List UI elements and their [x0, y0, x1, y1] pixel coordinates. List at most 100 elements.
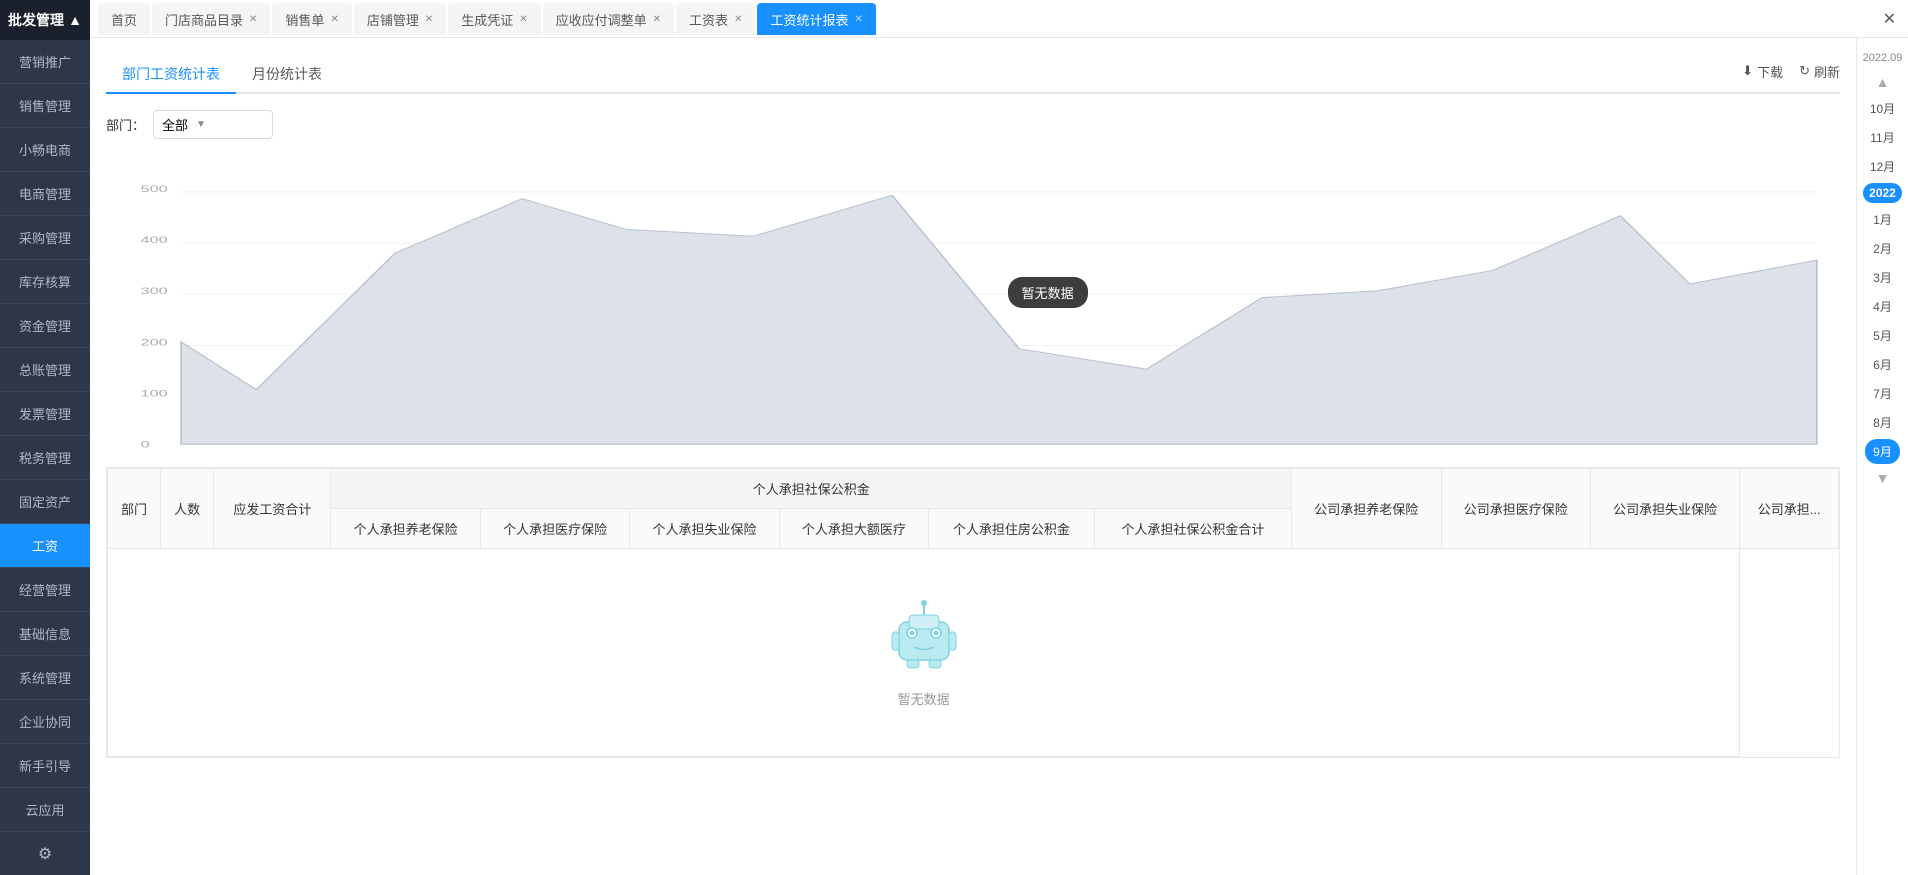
- tab-ar-ap[interactable]: 应收应付调整单 ✕: [543, 3, 674, 35]
- col-personal-pension: 个人承担养老保险: [331, 509, 480, 549]
- tab-payroll[interactable]: 工资表 ✕: [676, 3, 755, 35]
- timeline-month-2[interactable]: 2月: [1865, 236, 1900, 261]
- dept-select[interactable]: 全部 ▼: [153, 110, 273, 139]
- sidebar: 批发管理 ▲ 营销推广 销售管理 小畅电商 电商管理 采购管理 库存核算 资金管…: [0, 0, 90, 875]
- dept-filter-label: 部门：: [106, 115, 145, 134]
- tab-store-catalog[interactable]: 门店商品目录 ✕: [152, 3, 270, 35]
- sidebar-item-ledger[interactable]: 总账管理: [0, 348, 90, 392]
- sidebar-item-operations[interactable]: 经营管理: [0, 568, 90, 612]
- empty-state: 暂无数据: [116, 557, 1731, 748]
- content-area: 部门工资统计表 月份统计表 ⬇ 下载 ↻ 刷新: [90, 38, 1908, 875]
- svg-text:0: 0: [141, 439, 150, 450]
- timeline-month-1[interactable]: 1月: [1865, 207, 1900, 232]
- col-count: 人数: [161, 469, 214, 549]
- empty-robot-icon: [884, 597, 964, 677]
- close-all-tabs-button[interactable]: ✕: [1879, 5, 1900, 33]
- refresh-icon: ↻: [1799, 63, 1810, 79]
- sub-tab-month[interactable]: 月份统计表: [236, 56, 338, 94]
- timeline-down-nav[interactable]: ▼: [1872, 466, 1894, 490]
- col-group-personal: 个人承担社保公积金: [331, 469, 1292, 509]
- sidebar-item-invoice[interactable]: 发票管理: [0, 392, 90, 436]
- sidebar-arrow-icon: ▲: [68, 12, 82, 28]
- tab-store-mgmt[interactable]: 店铺管理 ✕: [354, 3, 446, 35]
- col-total-wage: 应发工资合计: [214, 469, 331, 549]
- tab-bar: 首页 门店商品目录 ✕ 销售单 ✕ 店铺管理 ✕ 生成凭证 ✕ 应收应付调整单 …: [90, 0, 1908, 38]
- sidebar-item-cloud[interactable]: 云应用: [0, 788, 90, 832]
- col-personal-medical: 个人承担医疗保险: [480, 509, 629, 549]
- timeline-month-5[interactable]: 5月: [1865, 323, 1900, 348]
- sidebar-item-tax[interactable]: 税务管理: [0, 436, 90, 480]
- timeline-month-4[interactable]: 4月: [1865, 294, 1900, 319]
- sidebar-item-inventory[interactable]: 库存核算: [0, 260, 90, 304]
- svg-text:200: 200: [141, 337, 168, 348]
- download-button[interactable]: ⬇ 下载: [1742, 62, 1783, 81]
- sidebar-settings-button[interactable]: ⚙: [0, 832, 90, 875]
- sidebar-item-payroll[interactable]: 工资: [0, 524, 90, 568]
- sidebar-item-purchase[interactable]: 采购管理: [0, 216, 90, 260]
- sidebar-item-finance[interactable]: 资金管理: [0, 304, 90, 348]
- tab-generate-voucher[interactable]: 生成凭证 ✕: [448, 3, 540, 35]
- empty-text: 暂无数据: [898, 689, 950, 708]
- sidebar-item-system[interactable]: 系统管理: [0, 656, 90, 700]
- sidebar-item-basic-info[interactable]: 基础信息: [0, 612, 90, 656]
- sidebar-item-ecommerce-small[interactable]: 小畅电商: [0, 128, 90, 172]
- sidebar-header[interactable]: 批发管理 ▲: [0, 0, 90, 40]
- dept-select-value: 全部: [162, 115, 188, 134]
- payroll-table: 部门 人数 应发工资合计 个人承担社保公积金 公司承担养老保险 公司承担医疗保险…: [107, 468, 1839, 757]
- toolbar: 部门： 全部 ▼: [106, 110, 1840, 139]
- chart-area: 0 100 200 300 400 500 暂: [106, 151, 1840, 451]
- timeline-month-7[interactable]: 7月: [1865, 381, 1900, 406]
- sidebar-item-sales[interactable]: 销售管理: [0, 84, 90, 128]
- empty-state-row: 暂无数据: [108, 549, 1740, 757]
- page-content: 部门工资统计表 月份统计表 ⬇ 下载 ↻ 刷新: [90, 38, 1856, 875]
- col-personal-housing: 个人承担住房公积金: [929, 509, 1094, 549]
- sidebar-item-ecommerce[interactable]: 电商管理: [0, 172, 90, 216]
- svg-text:500: 500: [141, 183, 168, 194]
- timeline-up-nav[interactable]: ▲: [1872, 70, 1894, 94]
- sidebar-item-fixed-assets[interactable]: 固定资产: [0, 480, 90, 524]
- timeline-year-2022[interactable]: 2022: [1863, 183, 1902, 203]
- data-table: 部门 人数 应发工资合计 个人承担社保公积金 公司承担养老保险 公司承担医疗保险…: [106, 467, 1840, 758]
- tab-sales-order[interactable]: 销售单 ✕: [272, 3, 351, 35]
- tab-close-icon[interactable]: ✕: [734, 14, 742, 25]
- download-icon: ⬇: [1742, 63, 1753, 79]
- filter-row: 部门： 全部 ▼: [106, 110, 273, 139]
- sub-tab-bar: 部门工资统计表 月份统计表 ⬇ 下载 ↻ 刷新: [106, 54, 1840, 94]
- timeline-month-6[interactable]: 6月: [1865, 352, 1900, 377]
- tab-home[interactable]: 首页: [98, 3, 150, 35]
- col-company-other: 公司承担...: [1740, 469, 1839, 549]
- tab-payroll-report[interactable]: 工资统计报表 ✕: [757, 3, 875, 35]
- col-company-pension: 公司承担养老保险: [1292, 469, 1441, 549]
- tab-close-icon[interactable]: ✕: [425, 14, 433, 25]
- sub-tab-dept[interactable]: 部门工资统计表: [106, 56, 236, 94]
- sidebar-item-collab[interactable]: 企业协同: [0, 700, 90, 744]
- timeline-month-11[interactable]: 11月: [1862, 125, 1902, 150]
- sidebar-item-marketing[interactable]: 营销推广: [0, 40, 90, 84]
- timeline-month-12[interactable]: 12月: [1862, 154, 1903, 179]
- timeline-month-9[interactable]: 9月: [1865, 439, 1900, 464]
- tab-close-icon[interactable]: ✕: [854, 14, 862, 25]
- col-dept: 部门: [108, 469, 161, 549]
- sidebar-title: 批发管理: [8, 10, 64, 30]
- chevron-down-icon: ▼: [196, 119, 206, 130]
- chart-no-data-tooltip: 暂无数据: [1008, 277, 1088, 308]
- svg-text:300: 300: [141, 286, 168, 297]
- main-area: 首页 门店商品目录 ✕ 销售单 ✕ 店铺管理 ✕ 生成凭证 ✕ 应收应付调整单 …: [90, 0, 1908, 875]
- timeline-month-10[interactable]: 10月: [1862, 96, 1903, 121]
- timeline-month-3[interactable]: 3月: [1865, 265, 1900, 290]
- sidebar-item-guide[interactable]: 新手引导: [0, 744, 90, 788]
- col-personal-unemployment: 个人承担失业保险: [630, 509, 779, 549]
- svg-text:100: 100: [141, 388, 168, 399]
- tab-close-icon[interactable]: ✕: [653, 14, 661, 25]
- gear-icon: ⚙: [38, 846, 52, 863]
- timeline-month-8[interactable]: 8月: [1865, 410, 1900, 435]
- col-company-medical: 公司承担医疗保险: [1441, 469, 1590, 549]
- refresh-button[interactable]: ↻ 刷新: [1799, 62, 1840, 81]
- timeline-year-label-2022: 2022.09: [1856, 48, 1908, 68]
- tab-close-icon[interactable]: ✕: [249, 14, 257, 25]
- tab-close-icon[interactable]: ✕: [330, 14, 338, 25]
- col-personal-major-medical: 个人承担大额医疗: [779, 509, 928, 549]
- tab-close-icon[interactable]: ✕: [519, 14, 527, 25]
- col-personal-total: 个人承担社保公积金合计: [1094, 509, 1292, 549]
- col-company-unemployment: 公司承担失业保险: [1590, 469, 1739, 549]
